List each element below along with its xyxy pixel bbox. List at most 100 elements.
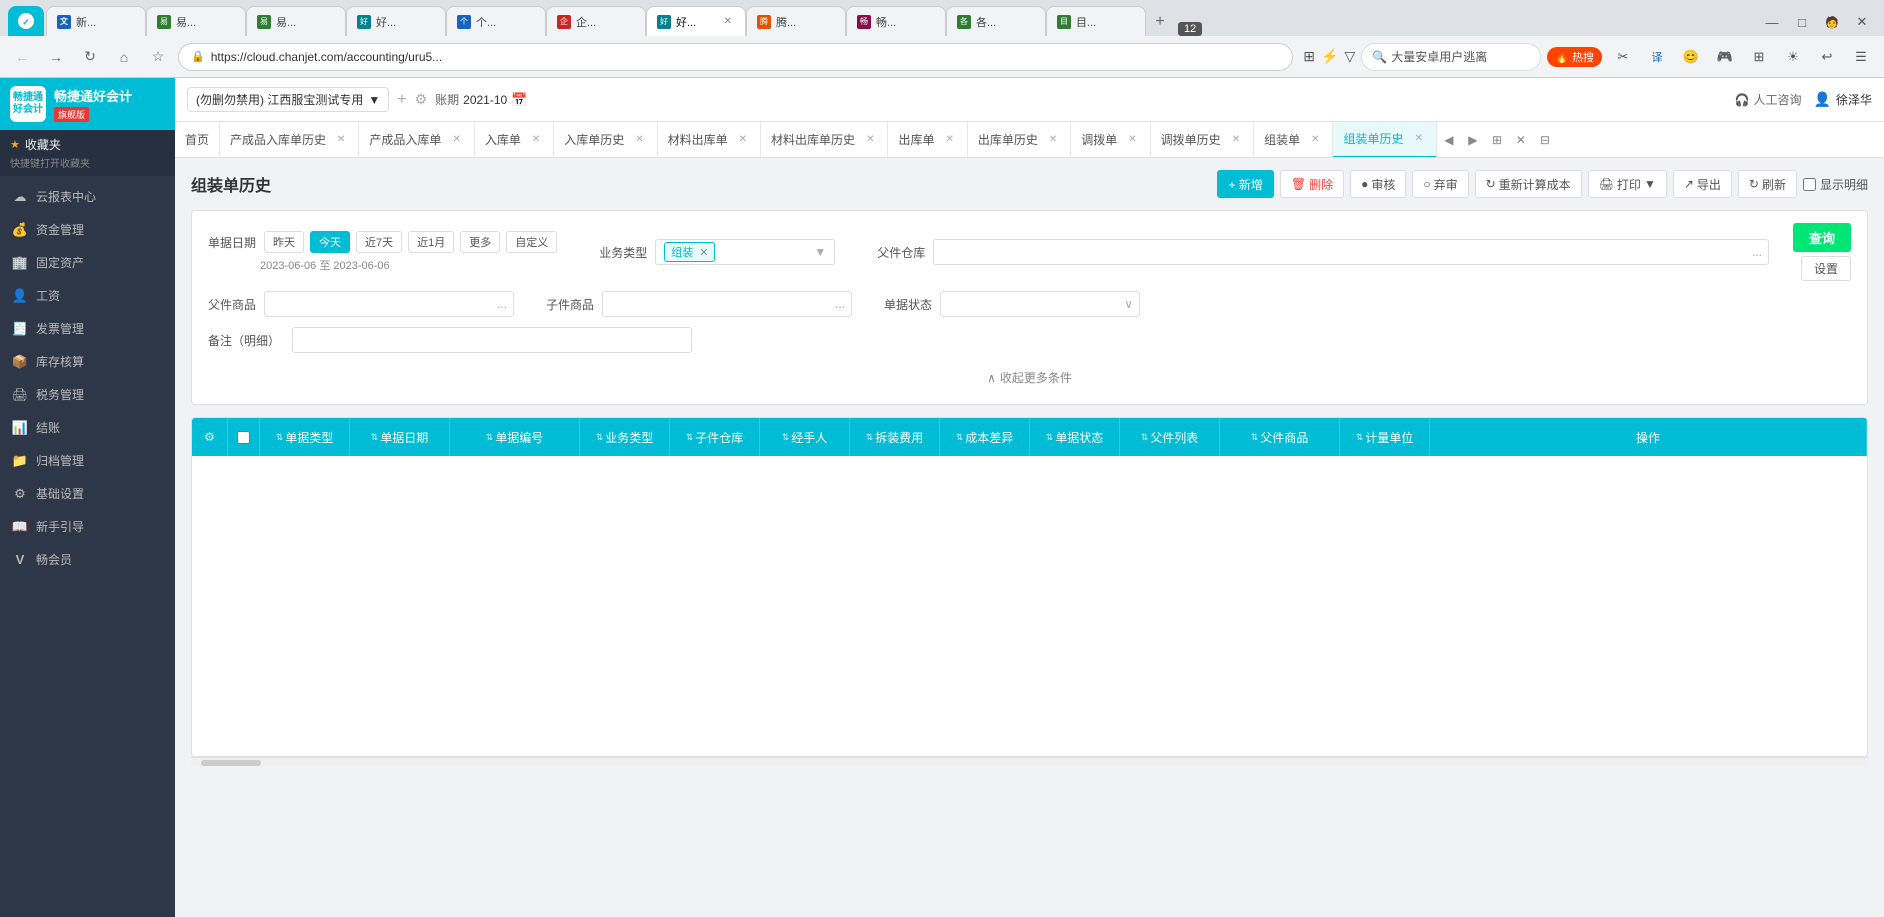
tab-9[interactable]: 畅 畅... <box>846 6 946 36</box>
service-button[interactable]: 🎧 人工咨询 <box>1735 91 1802 108</box>
settings-header-button[interactable]: ⚙ <box>415 91 428 108</box>
page-tab-material-out[interactable]: 材料出库单 ✕ <box>658 122 761 158</box>
display-toggle[interactable]: 显示明细 <box>1803 176 1868 193</box>
page-tab-close[interactable]: ✕ <box>1046 133 1060 146</box>
tab-7-active[interactable]: 好 好... ✕ <box>646 6 746 36</box>
th-settings[interactable]: ⚙ <box>192 418 228 456</box>
page-tab-close[interactable]: ✕ <box>1125 133 1139 146</box>
app-icon[interactable]: ✓ <box>8 6 44 36</box>
select-all-checkbox[interactable] <box>237 431 250 444</box>
page-tab-assembly[interactable]: 组装单 ✕ <box>1254 122 1333 158</box>
filter-settings-button[interactable]: 设置 <box>1801 256 1851 281</box>
page-tab-close[interactable]: ✕ <box>1308 133 1322 146</box>
tab-3[interactable]: 易 易... <box>246 6 346 36</box>
page-tab-in-order[interactable]: 入库单 ✕ <box>475 122 554 158</box>
tab-11[interactable]: 目 目... <box>1046 6 1146 36</box>
tab-5[interactable]: 个 个... <box>446 6 546 36</box>
sidebar-item-archive[interactable]: 📁 归档管理 <box>0 444 175 477</box>
recalculate-button[interactable]: ↻ 重新计算成本 <box>1475 170 1582 198</box>
emoji-icon[interactable]: 😊 <box>1676 43 1706 71</box>
hot-search-button[interactable]: 🔥 热搜 <box>1547 47 1602 67</box>
week-button[interactable]: 近7天 <box>356 231 402 253</box>
user-info[interactable]: 👤 徐泽华 <box>1814 91 1872 108</box>
address-input[interactable]: 🔒 https://cloud.chanjet.com/accounting/u… <box>178 43 1293 71</box>
th-type[interactable]: ⇅ 单据类型 <box>260 418 350 456</box>
sidebar-item-cloud-reports[interactable]: ☁ 云报表中心 <box>0 180 175 213</box>
grid-icon[interactable]: ⊞ <box>1744 43 1774 71</box>
biz-filter-input[interactable]: 组装 ✕ ▼ <box>655 239 835 265</box>
tab-10[interactable]: 各 各... <box>946 6 1046 36</box>
sub-goods-more[interactable]: ... <box>835 297 845 311</box>
tab-scroll-left[interactable]: ◀ <box>1437 122 1461 158</box>
minimize-button[interactable]: — <box>1758 8 1786 36</box>
th-diff[interactable]: ⇅ 成本差异 <box>940 418 1030 456</box>
custom-date-button[interactable]: 自定义 <box>506 231 557 253</box>
th-date[interactable]: ⇅ 单据日期 <box>350 418 450 456</box>
parent-warehouse-input[interactable]: ... <box>933 239 1769 265</box>
yesterday-button[interactable]: 昨天 <box>264 231 304 253</box>
gamepad-icon[interactable]: 🎮 <box>1710 43 1740 71</box>
parent-warehouse-more[interactable]: ... <box>1752 245 1762 259</box>
sidebar-item-fund[interactable]: 💰 资金管理 <box>0 213 175 246</box>
tab-scroll-right[interactable]: ▶ <box>1461 122 1485 158</box>
table-scrollbar[interactable] <box>191 757 1868 767</box>
tab-8[interactable]: 腾 腾... <box>746 6 846 36</box>
export-button[interactable]: ↗ 导出 <box>1673 170 1732 198</box>
tab-7-close[interactable]: ✕ <box>721 15 735 28</box>
abandon-button[interactable]: ○ 弃审 <box>1412 170 1468 198</box>
filter-collapse-button[interactable]: ∧ 收起更多条件 <box>208 363 1851 392</box>
profile-button[interactable]: 🧑 <box>1818 8 1846 36</box>
th-parent-list[interactable]: ⇅ 父件列表 <box>1120 418 1220 456</box>
tab-6[interactable]: 企 企... <box>546 6 646 36</box>
page-tab-close[interactable]: ✕ <box>1229 133 1243 146</box>
sidebar-item-guide[interactable]: 📖 新手引导 <box>0 510 175 543</box>
undo-icon[interactable]: ↩ <box>1812 43 1842 71</box>
th-parent-goods[interactable]: ⇅ 父件商品 <box>1220 418 1340 456</box>
browser-search-bar[interactable]: 🔍 大量安卓用户逃离 <box>1361 43 1541 71</box>
new-tab-button[interactable]: + <box>1146 8 1174 36</box>
page-tab-close[interactable]: ✕ <box>736 133 750 146</box>
more-date-button[interactable]: 更多 <box>460 231 500 253</box>
page-tab-out-history[interactable]: 出库单历史 ✕ <box>968 122 1071 158</box>
sidebar-item-tax[interactable]: 🖨 税务管理 <box>0 378 175 411</box>
th-check[interactable] <box>228 418 260 456</box>
page-tab-close[interactable]: ✕ <box>449 133 463 146</box>
bookmark-button[interactable]: ☆ <box>144 43 172 71</box>
th-status[interactable]: ⇅ 单据状态 <box>1030 418 1120 456</box>
page-tab-close[interactable]: ✕ <box>942 133 956 146</box>
page-tab-production-in-history[interactable]: 产成品入库单历史 ✕ <box>220 122 359 158</box>
note-input[interactable] <box>292 327 692 353</box>
back-button[interactable]: ← <box>8 43 36 71</box>
sidebar-item-settings[interactable]: ⚙ 基础设置 <box>0 477 175 510</box>
home-button[interactable]: ⌂ <box>110 43 138 71</box>
add-company-button[interactable]: + <box>397 91 406 109</box>
maximize-button[interactable]: □ <box>1788 8 1816 36</box>
month-button[interactable]: 近1月 <box>408 231 454 253</box>
add-button[interactable]: + 新增 <box>1217 170 1273 198</box>
qr-btn[interactable]: ⊞ <box>1303 48 1315 65</box>
tab-4[interactable]: 好 好... <box>346 6 446 36</box>
page-tab-transfer-history[interactable]: 调拨单历史 ✕ <box>1151 122 1254 158</box>
company-selector[interactable]: (勿删勿禁用) 江西服宝测试专用 ▼ <box>187 87 389 112</box>
biz-tag-remove[interactable]: ✕ <box>699 246 708 259</box>
th-biz[interactable]: ⇅ 业务类型 <box>580 418 670 456</box>
sub-goods-input[interactable]: ... <box>602 291 852 317</box>
page-tab-out-order[interactable]: 出库单 ✕ <box>888 122 967 158</box>
th-number[interactable]: ⇅ 单据编号 <box>450 418 580 456</box>
page-tab-transfer[interactable]: 调拨单 ✕ <box>1071 122 1150 158</box>
refresh-button[interactable]: ↻ 刷新 <box>1738 170 1797 198</box>
tab-close-all[interactable]: ✕ <box>1509 122 1533 158</box>
menu-icon[interactable]: ☰ <box>1846 43 1876 71</box>
tab-more[interactable]: ⊞ <box>1485 122 1509 158</box>
page-tab-assembly-history[interactable]: 组装单历史 ✕ <box>1333 122 1436 158</box>
display-toggle-checkbox[interactable] <box>1803 178 1816 191</box>
page-tab-close[interactable]: ✕ <box>1412 132 1426 145</box>
sidebar-item-payroll[interactable]: 👤 工资 <box>0 279 175 312</box>
scissors-icon[interactable]: ✂ <box>1608 43 1638 71</box>
lightning-btn[interactable]: ⚡ <box>1321 48 1338 65</box>
sidebar-item-membership[interactable]: V 畅会员 <box>0 543 175 576</box>
sidebar-item-invoice[interactable]: 🧾 发票管理 <box>0 312 175 345</box>
sidebar-item-inventory[interactable]: 📦 库存核算 <box>0 345 175 378</box>
sidebar-favorites-header[interactable]: ★ 收藏夹 <box>10 136 165 153</box>
close-button[interactable]: ✕ <box>1848 8 1876 36</box>
